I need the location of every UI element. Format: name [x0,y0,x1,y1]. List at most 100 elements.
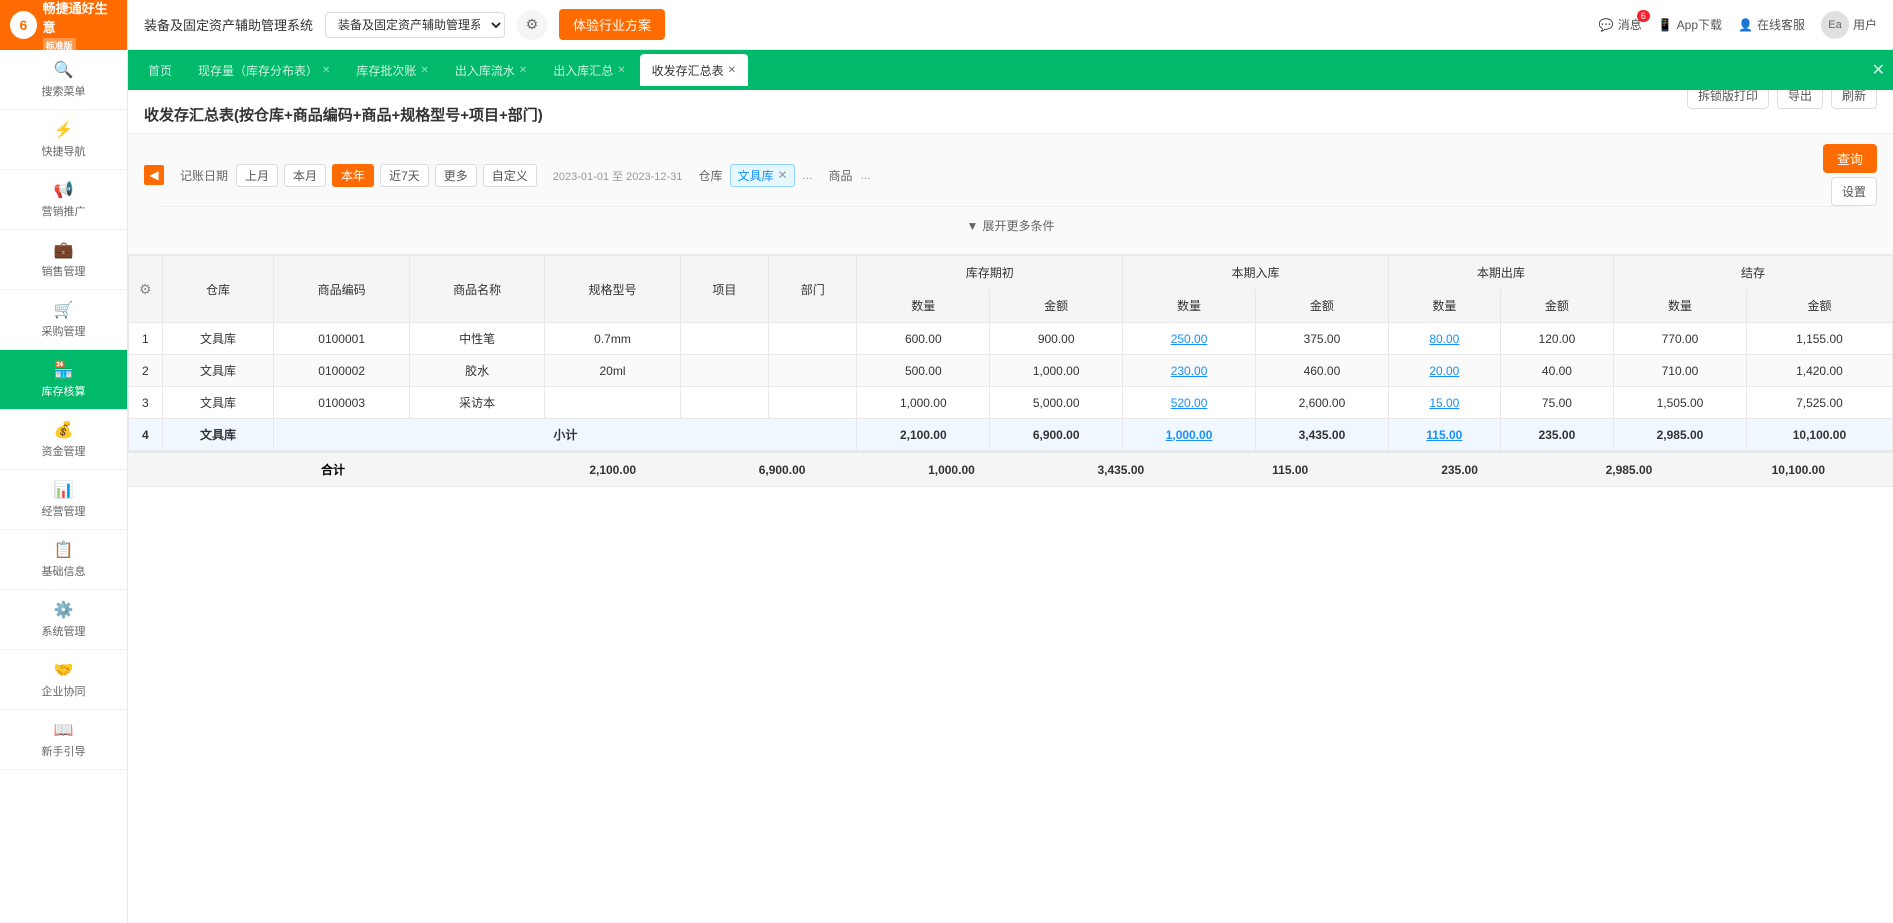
date-btn-上月[interactable]: 上月 [236,164,278,187]
table-sub-in-qty: 数量 [1123,289,1256,323]
tab-1[interactable]: 现存量（库存分布表）✕ [186,54,342,86]
date-btn-本月[interactable]: 本月 [284,164,326,187]
subtotal-warehouse: 文具库 [162,419,274,451]
operations-icon: 📊 [54,480,74,500]
product-filter-section: 商品 ... [829,167,871,184]
row-in-amt: 375.00 [1255,323,1388,355]
table-header-warehouse: 仓库 [162,256,274,323]
row-out-amt: 120.00 [1500,323,1613,355]
export-button[interactable]: 导出 [1777,90,1823,109]
tab-5[interactable]: 收发存汇总表✕ [640,54,748,86]
subtotal-bal-qty: 2,985.00 [1614,419,1747,451]
tabbar-close-button[interactable]: ✕ [1872,60,1885,80]
subtotal-bal-amt: 10,100.00 [1746,419,1892,451]
filter-collapse-button[interactable]: ◀ [144,165,164,185]
service-icon: 👤 [1738,18,1753,32]
row-project [680,355,768,387]
finance-icon: 💰 [54,420,74,440]
page-header: 收发存汇总表(按仓库+商品编码+商品+规格型号+项目+部门) 拆锁版打印 导出 … [128,90,1893,134]
sidebar: 6 畅捷通好生意 标准版 🔍搜索菜单⚡快捷导航📢营销推广💼销售管理🛒采购管理🏪库… [0,0,128,923]
tab-0[interactable]: 首页 [136,54,184,86]
footer-bal-amt: 10,100.00 [1714,463,1883,477]
topbar: 装备及固定资产辅助管理系统 装备及固定资产辅助管理系统 ⚙ 体验行业方案 💬 消… [128,0,1893,50]
sidebar-item-search[interactable]: 🔍搜索菜单 [0,50,127,110]
row-in-amt: 460.00 [1255,355,1388,387]
data-table: ⚙ 仓库 商品编码 商品名称 规格型号 项目 部门 库存期初 本期入库 本期出库… [128,255,1893,451]
date-btn-更多[interactable]: 更多 [435,164,477,187]
warehouse-tag[interactable]: 文具库 ✕ [730,164,794,187]
row-name: 胶水 [409,355,544,387]
row-dept [769,387,857,419]
table-sub-bal-qty: 数量 [1614,289,1747,323]
online-service-button[interactable]: 👤 在线客服 [1738,16,1805,33]
sidebar-item-sales[interactable]: 💼销售管理 [0,230,127,290]
tab-close-1[interactable]: ✕ [322,65,330,76]
tab-close-3[interactable]: ✕ [519,65,527,76]
expand-more-row: ▼ 展开更多条件 [160,206,1861,244]
sidebar-item-inventory[interactable]: 🏪库存核算 [0,350,127,410]
message-button[interactable]: 💬 消息 6 [1599,16,1642,33]
sales-icon: 💼 [54,240,74,260]
filter-bar: ◀ 记账日期 上月本月本年近7天更多自定义 2023-01-01 至 2023-… [128,134,1893,255]
row-open-qty: 500.00 [857,355,990,387]
sidebar-item-newbie[interactable]: 📖新手引导 [0,710,127,770]
refresh-button[interactable]: 刷新 [1831,90,1877,109]
settings-icon[interactable]: ⚙ [517,10,547,40]
column-settings-button[interactable]: 设置 [1831,177,1877,206]
table-row: 3 文具库 0100003 采访本 1,000.00 5,000.00 520.… [129,387,1893,419]
sidebar-item-finance[interactable]: 💰资金管理 [0,410,127,470]
try-industry-button[interactable]: 体验行业方案 [559,9,665,40]
date-btn-本年[interactable]: 本年 [332,164,374,187]
row-in-qty[interactable]: 230.00 [1123,355,1256,387]
footer-open-amt: 6,900.00 [697,463,866,477]
row-in-qty[interactable]: 250.00 [1123,323,1256,355]
product-more[interactable]: ... [861,168,871,182]
row-out-qty[interactable]: 20.00 [1388,355,1500,387]
user-menu[interactable]: Ea 用户 [1821,11,1877,39]
warehouse-more[interactable]: ... [803,168,813,182]
sidebar-item-operations[interactable]: 📊经营管理 [0,470,127,530]
tab-close-5[interactable]: ✕ [728,65,736,76]
tab-3[interactable]: 出入库流水✕ [443,54,539,86]
sidebar-item-quick-nav[interactable]: ⚡快捷导航 [0,110,127,170]
row-no: 3 [129,387,163,419]
footer-in-qty: 1,000.00 [867,463,1036,477]
row-out-qty[interactable]: 15.00 [1388,387,1500,419]
sidebar-item-system[interactable]: ⚙️系统管理 [0,590,127,650]
expand-more-button[interactable]: ▼ 展开更多条件 [967,217,1055,234]
date-btn-近7天[interactable]: 近7天 [380,164,429,187]
purchase-icon: 🛒 [54,300,74,320]
filter-row1: ◀ 记账日期 上月本月本年近7天更多自定义 2023-01-01 至 2023-… [144,144,1877,206]
row-bal-qty: 710.00 [1614,355,1747,387]
tab-close-2[interactable]: ✕ [420,65,428,76]
row-open-qty: 1,000.00 [857,387,990,419]
row-out-qty[interactable]: 80.00 [1388,323,1500,355]
sidebar-item-purchase[interactable]: 🛒采购管理 [0,290,127,350]
row-spec [545,387,680,419]
warehouse-filter-section: 仓库 文具库 ✕ ... [698,164,812,187]
sidebar-item-enterprise[interactable]: 🤝企业协同 [0,650,127,710]
row-in-qty[interactable]: 520.00 [1123,387,1256,419]
warehouse-tag-close[interactable]: ✕ [777,168,787,182]
date-btn-自定义[interactable]: 自定义 [483,164,537,187]
tab-4[interactable]: 出入库汇总✕ [541,54,637,86]
app-download-button[interactable]: 📱 App下载 [1658,16,1722,33]
print-button[interactable]: 拆锁版打印 [1687,90,1769,109]
sidebar-item-marketing[interactable]: 📢营销推广 [0,170,127,230]
table-header-balance: 结存 [1614,256,1893,290]
table-header-settings: ⚙ [129,256,163,323]
row-warehouse: 文具库 [162,355,274,387]
table-settings-icon[interactable]: ⚙ [139,281,152,297]
subtotal-out-amt: 235.00 [1500,419,1613,451]
message-icon: 💬 [1599,18,1614,32]
system-selector[interactable]: 装备及固定资产辅助管理系统 [325,12,505,38]
tab-2[interactable]: 库存批次账✕ [344,54,440,86]
logo-icon: 6 [10,11,37,39]
row-bal-amt: 7,525.00 [1746,387,1892,419]
sidebar-item-basic-info[interactable]: 📋基础信息 [0,530,127,590]
row-warehouse: 文具库 [162,323,274,355]
query-button[interactable]: 查询 [1823,144,1877,173]
subtotal-in-qty: 1,000.00 [1123,419,1256,451]
table-sub-out-amt: 金额 [1500,289,1613,323]
tab-close-4[interactable]: ✕ [617,65,625,76]
